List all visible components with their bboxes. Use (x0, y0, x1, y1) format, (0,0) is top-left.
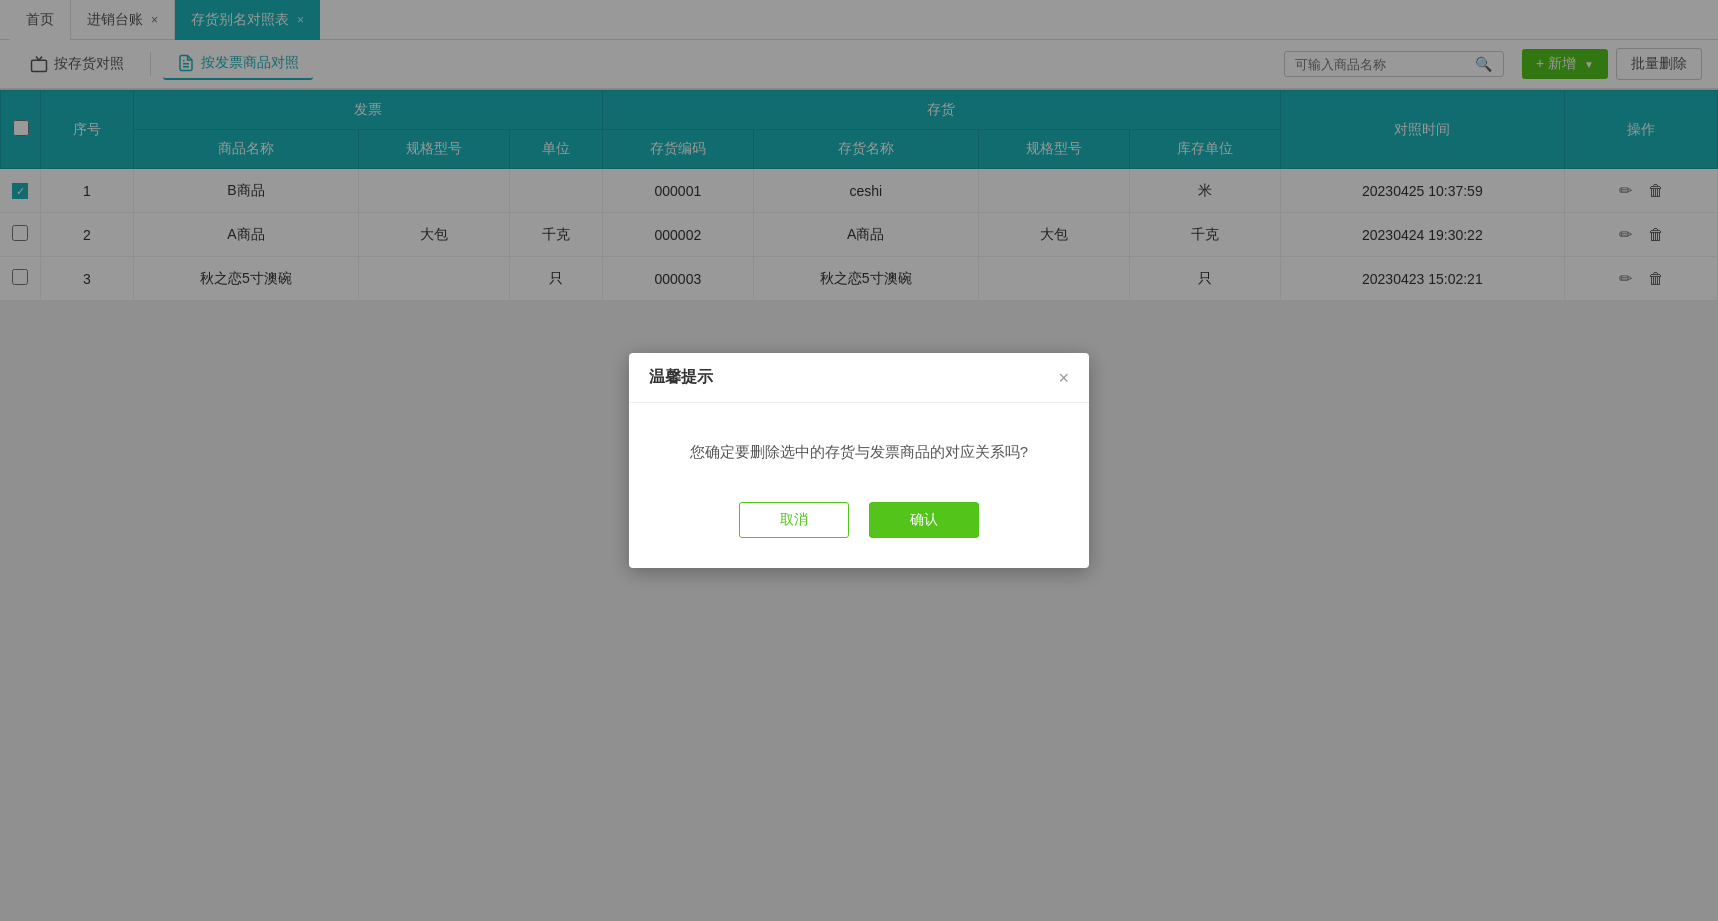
modal-overlay[interactable]: 温馨提示 × 您确定要删除选中的存货与发票商品的对应关系吗? 取消 确认 (0, 0, 1718, 301)
